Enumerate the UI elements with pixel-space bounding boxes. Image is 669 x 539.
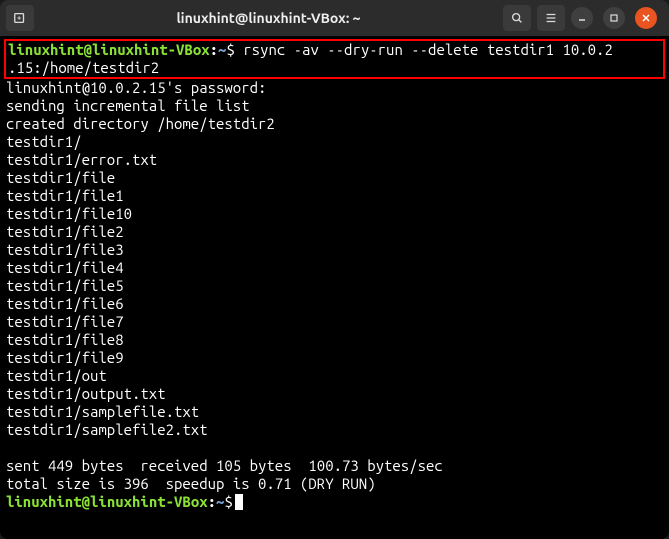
close-icon bbox=[641, 13, 651, 23]
output-line: testdir1/file3 bbox=[4, 241, 665, 259]
prompt-host: linuxhint-VBox bbox=[90, 493, 208, 510]
prompt-user: linuxhint bbox=[8, 41, 84, 58]
output-line: testdir1/output.txt bbox=[4, 385, 665, 403]
output-line: testdir1/file5 bbox=[4, 277, 665, 295]
output-line: testdir1/out bbox=[4, 367, 665, 385]
minimize-icon bbox=[577, 13, 587, 23]
output-line: testdir1/ bbox=[4, 133, 665, 151]
terminal-window: linuxhint@linuxhint-VBox: ~ bbox=[0, 0, 669, 539]
command-text-1: rsync -av --dry-run --delete testdir1 10… bbox=[235, 41, 613, 58]
prompt-colon: : bbox=[208, 493, 216, 510]
output-line: testdir1/file9 bbox=[4, 349, 665, 367]
close-button[interactable] bbox=[635, 7, 657, 29]
maximize-icon bbox=[609, 13, 619, 23]
prompt-symbol: $ bbox=[226, 41, 234, 58]
hamburger-icon bbox=[544, 11, 558, 25]
summary-line-2: total size is 396 speedup is 0.71 (DRY R… bbox=[4, 475, 665, 493]
output-line: testdir1/file6 bbox=[4, 295, 665, 313]
prompt-host: linuxhint-VBox bbox=[92, 41, 210, 58]
prompt-user: linuxhint bbox=[6, 493, 82, 510]
output-line: testdir1/file8 bbox=[4, 331, 665, 349]
maximize-button[interactable] bbox=[603, 7, 625, 29]
prompt-line[interactable]: linuxhint@linuxhint-VBox:~$ bbox=[4, 493, 665, 511]
command-line-1: linuxhint@linuxhint-VBox:~$ rsync -av --… bbox=[8, 41, 661, 59]
prompt-at: @ bbox=[82, 493, 90, 510]
titlebar: linuxhint@linuxhint-VBox: ~ bbox=[0, 0, 669, 36]
output-line: testdir1/error.txt bbox=[4, 151, 665, 169]
new-tab-icon bbox=[13, 11, 27, 25]
window-controls bbox=[571, 7, 663, 29]
blank-line bbox=[4, 439, 665, 457]
menu-button[interactable] bbox=[537, 5, 565, 31]
output-line: testdir1/file2 bbox=[4, 223, 665, 241]
prompt-colon: : bbox=[210, 41, 218, 58]
minimize-button[interactable] bbox=[571, 7, 593, 29]
highlighted-command: linuxhint@linuxhint-VBox:~$ rsync -av --… bbox=[4, 39, 665, 79]
command-line-2: .15:/home/testdir2 bbox=[8, 59, 661, 77]
summary-line-1: sent 449 bytes received 105 bytes 100.73… bbox=[4, 457, 665, 475]
output-line: testdir1/samplefile.txt bbox=[4, 403, 665, 421]
prompt-at: @ bbox=[84, 41, 92, 58]
new-tab-button[interactable] bbox=[6, 5, 34, 31]
cursor bbox=[235, 494, 243, 510]
output-line: sending incremental file list bbox=[4, 97, 665, 115]
output-line: testdir1/file1 bbox=[4, 187, 665, 205]
output-line: testdir1/samplefile2.txt bbox=[4, 421, 665, 439]
output-line: linuxhint@10.0.2.15's password: bbox=[4, 79, 665, 97]
output-line: testdir1/file bbox=[4, 169, 665, 187]
prompt-symbol: $ bbox=[224, 493, 232, 510]
output-line: testdir1/file4 bbox=[4, 259, 665, 277]
output-line: created directory /home/testdir2 bbox=[4, 115, 665, 133]
search-button[interactable] bbox=[503, 5, 531, 31]
output-line: testdir1/file7 bbox=[4, 313, 665, 331]
search-icon bbox=[510, 11, 524, 25]
output-line: testdir1/file10 bbox=[4, 205, 665, 223]
terminal-body[interactable]: linuxhint@linuxhint-VBox:~$ rsync -av --… bbox=[0, 36, 669, 539]
window-title: linuxhint@linuxhint-VBox: ~ bbox=[40, 10, 497, 26]
